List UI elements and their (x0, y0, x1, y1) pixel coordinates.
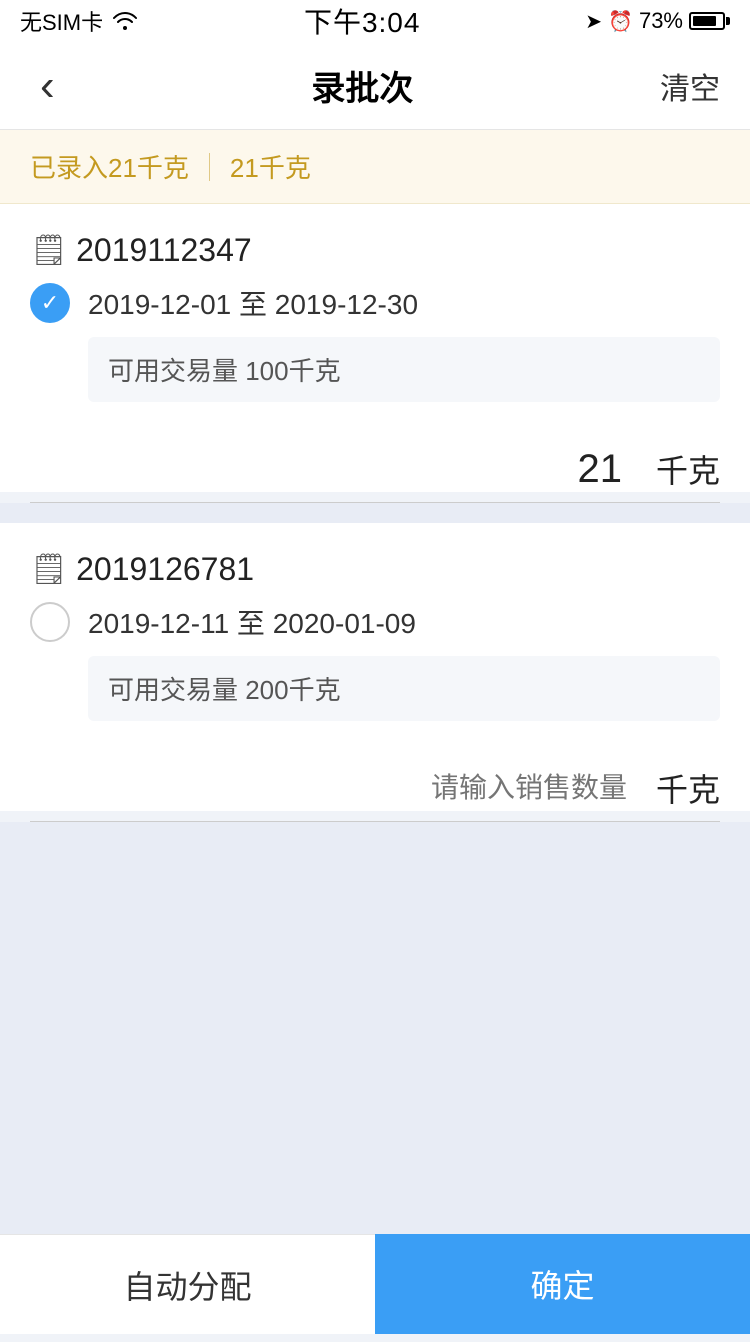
batch1-icon: 🗒 (30, 233, 68, 268)
batch1-quantity-value: 21 (577, 447, 622, 492)
batch1-date-row[interactable]: ✓ 2019-12-01 至 2019-12-30 (30, 283, 720, 323)
battery-icon (689, 12, 730, 30)
battery-percent: 73% (639, 8, 683, 34)
status-time: 下午3:04 (304, 1, 421, 41)
section-separator (0, 503, 750, 523)
auto-distribute-button[interactable]: 自动分配 (0, 1234, 375, 1334)
info-banner: 已录入21千克 21千克 (0, 130, 750, 204)
batch2-available: 可用交易量 200千克 (88, 656, 720, 721)
alarm-icon: ⏰ (608, 9, 633, 34)
check-mark: ✓ (41, 292, 59, 314)
batch2-input-row: 千克 (0, 745, 750, 811)
batch1-date-range: 2019-12-01 至 2019-12-30 (88, 283, 418, 323)
batch2-header: 🗒 2019126781 (30, 551, 720, 588)
status-right: ➤ ⏰ 73% (585, 8, 730, 34)
status-bar: 无SIM卡 下午3:04 ➤ ⏰ 73% (0, 0, 750, 42)
recorded-amount: 已录入21千克 (30, 148, 189, 185)
batch2-number: 2019126781 (76, 551, 254, 588)
batch-card-1: 🗒 2019112347 ✓ 2019-12-01 至 2019-12-30 可… (0, 204, 750, 426)
bottom-bar: 自动分配 确定 (0, 1234, 750, 1334)
clear-button[interactable]: 清空 (660, 64, 720, 108)
nav-bar: ‹ 录批次 清空 (0, 42, 750, 130)
location-icon: ➤ (585, 9, 602, 34)
sales-quantity-input[interactable] (30, 772, 642, 804)
batch1-number: 2019112347 (76, 232, 252, 269)
batch-card-2: 🗒 2019126781 2019-12-11 至 2020-01-09 可用交… (0, 523, 750, 745)
batch1-radio[interactable]: ✓ (30, 283, 70, 323)
gray-area (0, 822, 750, 1242)
batch2-unit: 千克 (656, 765, 720, 811)
batch2-icon: 🗒 (30, 552, 68, 587)
wifi-icon (111, 11, 139, 31)
page-title: 录批次 (311, 61, 413, 110)
banner-divider (209, 153, 210, 181)
batch1-available: 可用交易量 100千克 (88, 337, 720, 402)
batch1-quantity-row: 21 千克 (0, 426, 750, 492)
batch1-unit: 千克 (656, 446, 720, 492)
batch2-date-range: 2019-12-11 至 2020-01-09 (88, 602, 416, 642)
back-button[interactable]: ‹ (30, 51, 65, 121)
batch1-header: 🗒 2019112347 (30, 232, 720, 269)
status-left: 无SIM卡 (20, 5, 139, 37)
batch2-radio[interactable] (30, 602, 70, 642)
confirm-button[interactable]: 确定 (375, 1234, 750, 1334)
total-value: 21千克 (230, 148, 311, 185)
batch2-date-row[interactable]: 2019-12-11 至 2020-01-09 (30, 602, 720, 642)
sim-text: 无SIM卡 (20, 5, 103, 37)
